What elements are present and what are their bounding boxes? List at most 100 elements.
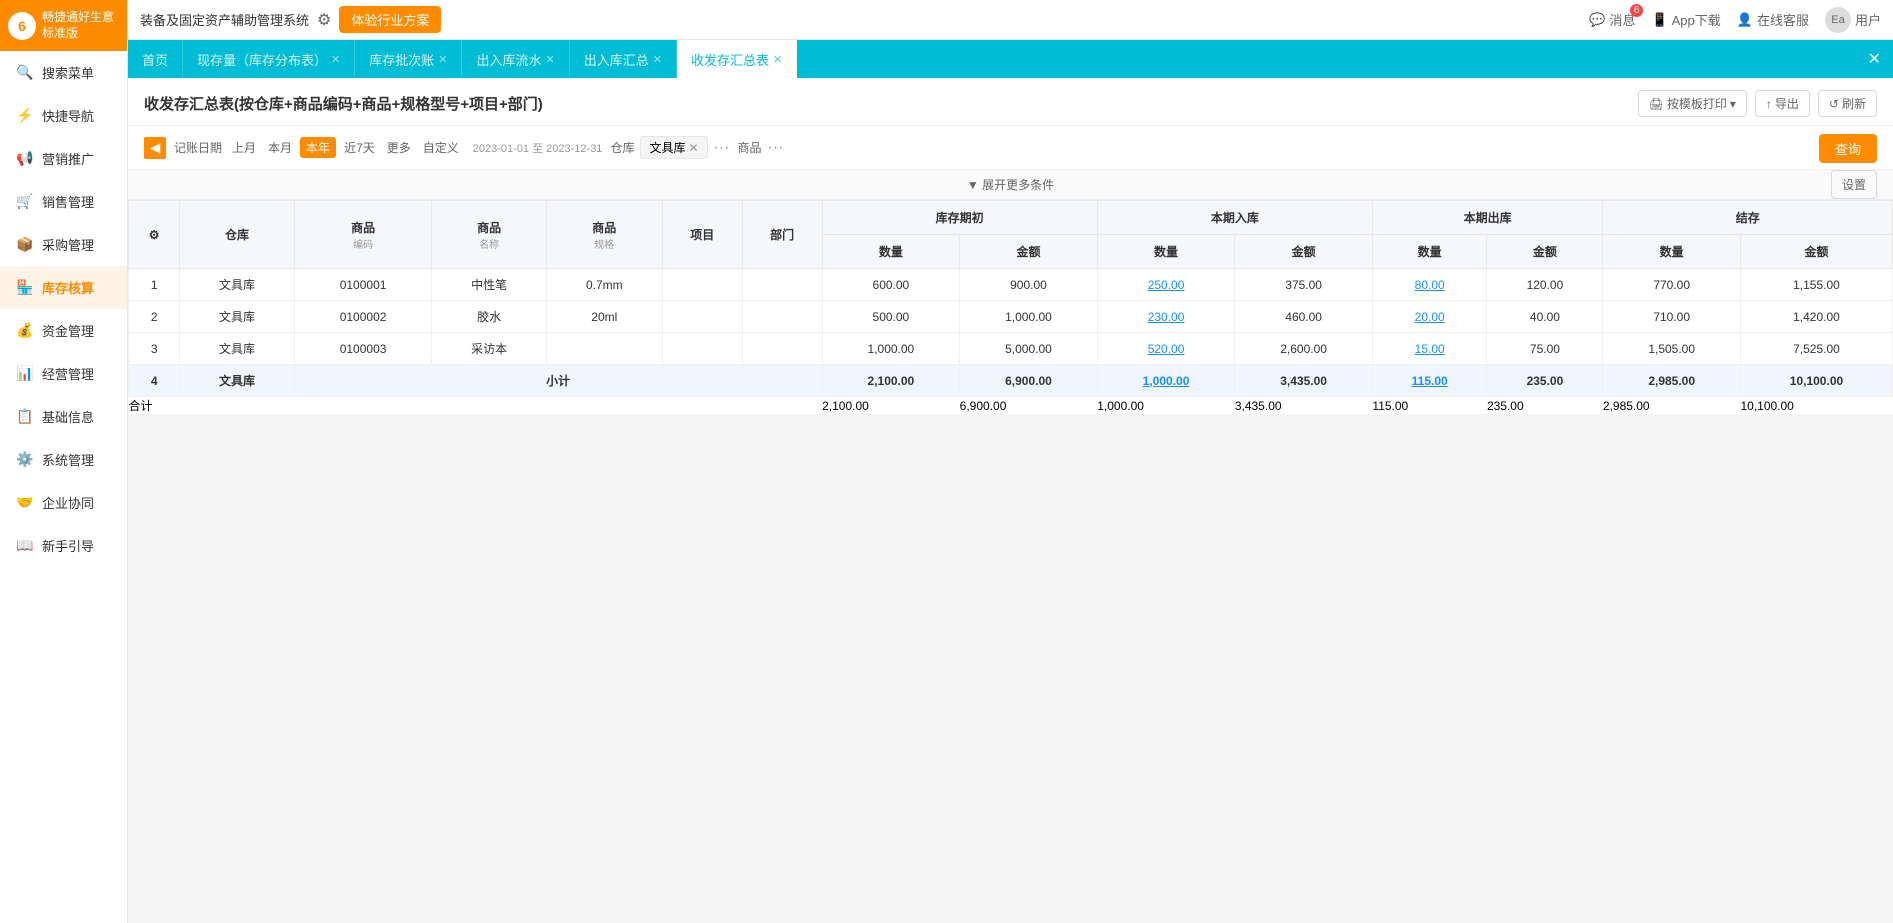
- row-goods-name: 采访本: [432, 333, 546, 365]
- app-download-item[interactable]: 📱 App下载: [1651, 10, 1720, 29]
- row-out-qty[interactable]: 20.00: [1372, 301, 1487, 333]
- sidebar-item-label: 快捷导航: [42, 106, 94, 125]
- total-opening-qty: 2,100.00: [822, 397, 960, 415]
- sidebar-item-system[interactable]: ⚙️ 系统管理: [0, 438, 127, 481]
- date-btn-custom[interactable]: 自定义: [419, 137, 463, 158]
- filter-setting-button[interactable]: 设置: [1831, 170, 1877, 199]
- subtotal-out-qty[interactable]: 115.00: [1372, 365, 1487, 397]
- top-bar-left: 装备及固定资产辅助管理系统 ⚙ 体验行业方案: [140, 6, 441, 33]
- tab-close-icon[interactable]: ✕: [546, 53, 555, 66]
- sidebar-item-inventory[interactable]: 🏪 库存核算: [0, 266, 127, 309]
- row-opening-amt: 5,000.00: [960, 333, 1098, 365]
- message-badge: 6: [1630, 4, 1644, 17]
- row-balance-amt: 7,525.00: [1740, 333, 1892, 365]
- logo-icon: 6: [8, 12, 36, 40]
- sidebar-item-quick[interactable]: ⚡ 快捷导航: [0, 94, 127, 137]
- row-project: [662, 301, 742, 333]
- tab-close-icon[interactable]: ✕: [438, 53, 447, 66]
- user-label: 用户: [1855, 10, 1881, 29]
- row-goods-code: 0100002: [294, 301, 432, 333]
- sidebar-item-sales[interactable]: 🛒 销售管理: [0, 180, 127, 223]
- trial-button[interactable]: 体验行业方案: [339, 6, 441, 33]
- query-button[interactable]: 查询: [1819, 134, 1877, 163]
- warehouse-tag-close[interactable]: ✕: [688, 141, 698, 155]
- content-area: 收发存汇总表(按仓库+商品编码+商品+规格型号+项目+部门) 🖨 按模板打印 ▾…: [128, 78, 1893, 923]
- filter-collapse-button[interactable]: ◀: [144, 137, 166, 159]
- date-btn-this-month[interactable]: 本月: [264, 137, 296, 158]
- expand-more-button[interactable]: ▼ 展开更多条件: [967, 176, 1054, 193]
- sidebar-nav: 🔍 搜索菜单 ⚡ 快捷导航 📢 营销推广 🛒 销售管理 📦 采购管理 🏪 库存核…: [0, 51, 127, 923]
- system-icon: ⚙️: [16, 451, 34, 469]
- sidebar-item-finance[interactable]: 💰 资金管理: [0, 309, 127, 352]
- refresh-button[interactable]: ↺ 刷新: [1818, 90, 1877, 117]
- th-period-in: 本期入库: [1097, 201, 1372, 235]
- row-opening-qty: 600.00: [822, 269, 960, 301]
- export-button[interactable]: ↑ 导出: [1755, 90, 1810, 117]
- user-item[interactable]: Ea 用户: [1825, 7, 1881, 33]
- sidebar-item-operation[interactable]: 📊 经营管理: [0, 352, 127, 395]
- avatar: Ea: [1825, 7, 1851, 33]
- tabs-close-all-button[interactable]: ✕: [1856, 49, 1893, 69]
- row-no: 3: [129, 333, 180, 365]
- row-in-qty[interactable]: 230.00: [1097, 301, 1235, 333]
- tab-batch[interactable]: 库存批次账 ✕: [355, 40, 462, 78]
- refresh-icon: ↺: [1829, 97, 1839, 111]
- row-goods-spec: 20ml: [546, 301, 662, 333]
- row-goods-name: 胶水: [432, 301, 546, 333]
- th-in-amt: 金额: [1235, 235, 1373, 269]
- sidebar-item-search[interactable]: 🔍 搜索菜单: [0, 51, 127, 94]
- page-panel: 收发存汇总表(按仓库+商品编码+商品+规格型号+项目+部门) 🖨 按模板打印 ▾…: [128, 78, 1893, 414]
- online-service-label: 在线客服: [1757, 10, 1809, 29]
- date-btn-this-year[interactable]: 本年: [300, 137, 336, 158]
- row-in-qty[interactable]: 250.00: [1097, 269, 1235, 301]
- tab-close-icon[interactable]: ✕: [331, 53, 340, 66]
- date-btn-more[interactable]: 更多: [383, 137, 415, 158]
- date-btn-7days[interactable]: 近7天: [340, 137, 379, 158]
- expand-more-bar: ▼ 展开更多条件: [128, 170, 1893, 200]
- tab-close-icon[interactable]: ✕: [653, 53, 662, 66]
- settings-button[interactable]: ⚙: [317, 10, 331, 30]
- page-title: 收发存汇总表(按仓库+商品编码+商品+规格型号+项目+部门): [144, 93, 543, 114]
- message-item[interactable]: 💬 消息 6: [1589, 10, 1635, 29]
- row-opening-qty: 1,000.00: [822, 333, 960, 365]
- sidebar-item-label: 库存核算: [42, 278, 94, 297]
- warehouse-more-button[interactable]: ···: [714, 139, 730, 157]
- print-button[interactable]: 🖨 按模板打印 ▾: [1638, 90, 1747, 117]
- subtotal-in-qty[interactable]: 1,000.00: [1097, 365, 1235, 397]
- row-project: [662, 333, 742, 365]
- base-icon: 📋: [16, 408, 34, 426]
- th-project: 项目: [662, 201, 742, 269]
- goods-more-button[interactable]: ···: [768, 139, 784, 157]
- date-btn-last-month[interactable]: 上月: [228, 137, 260, 158]
- collapse-icon: ◀: [150, 140, 160, 156]
- row-out-qty[interactable]: 15.00: [1372, 333, 1487, 365]
- service-icon: 👤: [1737, 12, 1753, 28]
- row-in-amt: 460.00: [1235, 301, 1373, 333]
- online-service-item[interactable]: 👤 在线客服: [1737, 10, 1809, 29]
- tabs-bar: 首页 现存量（库存分布表） ✕ 库存批次账 ✕ 出入库流水 ✕ 出入库汇总 ✕ …: [128, 40, 1893, 78]
- tab-close-icon[interactable]: ✕: [773, 53, 782, 66]
- row-out-qty[interactable]: 80.00: [1372, 269, 1487, 301]
- tab-flow[interactable]: 出入库流水 ✕: [462, 40, 569, 78]
- sidebar-item-enterprise[interactable]: 🤝 企业协同: [0, 481, 127, 524]
- tab-receive-summary[interactable]: 收发存汇总表 ✕: [677, 40, 797, 78]
- data-table-container: ⚙ 仓库 商品编码 商品名称 商品规格 项目 部门 库存期初 本期入库 本期出库…: [128, 200, 1893, 414]
- tab-inventory-dist[interactable]: 现存量（库存分布表） ✕: [183, 40, 355, 78]
- date-label: 记账日期: [174, 139, 222, 156]
- sidebar-item-guide[interactable]: 📖 新手引导: [0, 524, 127, 567]
- sidebar-item-purchase[interactable]: 📦 采购管理: [0, 223, 127, 266]
- sidebar-item-label: 采购管理: [42, 235, 94, 254]
- row-in-qty[interactable]: 520.00: [1097, 333, 1235, 365]
- date-filter-group: 记账日期 上月 本月 本年 近7天 更多 自定义 2023-01-01 至 20…: [174, 137, 602, 158]
- sidebar-item-base[interactable]: 📋 基础信息: [0, 395, 127, 438]
- table-row: 2 文具库 0100002 胶水 20ml 500.00 1,000.00 23…: [129, 301, 1893, 333]
- tab-summary[interactable]: 出入库汇总 ✕: [570, 40, 677, 78]
- subtotal-balance-amt: 10,100.00: [1740, 365, 1892, 397]
- th-settings[interactable]: ⚙: [129, 201, 180, 269]
- th-goods-code: 商品编码: [294, 201, 432, 269]
- total-label: 合计: [129, 397, 823, 415]
- sidebar-logo[interactable]: 6 畅捷通好生意 标准版: [0, 0, 127, 51]
- tab-home[interactable]: 首页: [128, 40, 183, 78]
- sidebar-item-marketing[interactable]: 📢 营销推广: [0, 137, 127, 180]
- sidebar-item-label: 经营管理: [42, 364, 94, 383]
